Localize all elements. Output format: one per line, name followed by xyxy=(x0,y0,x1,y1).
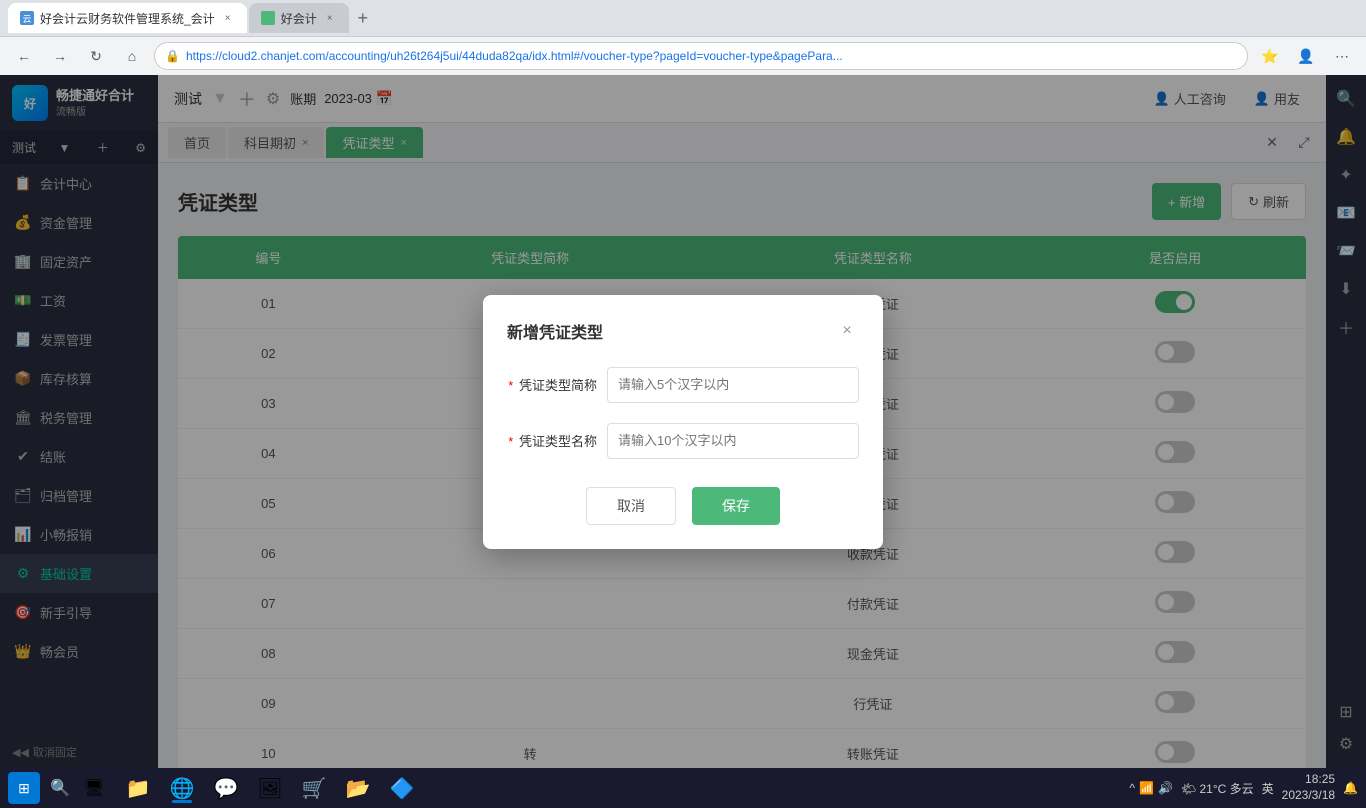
notification-icon[interactable]: 🔔 xyxy=(1343,781,1358,795)
weather-icon: 🌤 xyxy=(1181,782,1196,796)
back-button[interactable]: ← xyxy=(10,42,38,70)
tab-close-1[interactable]: × xyxy=(221,11,235,25)
taskbar-folder[interactable]: 📂 xyxy=(338,770,378,806)
task-view-button[interactable]: 🖥 xyxy=(80,774,108,802)
lock-icon: 🔒 xyxy=(165,49,180,63)
tab-label-1: 好会计云财务软件管理系统_会计 xyxy=(40,10,215,27)
abbr-input[interactable] xyxy=(607,367,859,403)
tab-inactive[interactable]: 好会计 × xyxy=(249,3,349,33)
abbr-required-mark: * xyxy=(508,378,513,393)
start-button[interactable]: ⊞ xyxy=(8,772,40,804)
taskbar-apps: 📁 🌐 💬 🖼 🛒 📂 🔷 xyxy=(118,770,422,806)
cancel-button[interactable]: 取消 xyxy=(586,487,676,525)
name-input[interactable] xyxy=(607,423,859,459)
modal-footer: 取消 保存 xyxy=(507,487,859,525)
taskbar-explorer[interactable]: 📁 xyxy=(118,770,158,806)
abbr-form-row: * 凭证类型简称 xyxy=(507,367,859,403)
weather-display: 🌤 21°C 多云 xyxy=(1181,780,1254,797)
tab-active[interactable]: 云 好会计云财务软件管理系统_会计 × xyxy=(8,3,247,33)
home-button[interactable]: ⌂ xyxy=(118,42,146,70)
profile-button[interactable]: 👤 xyxy=(1292,42,1320,70)
save-button[interactable]: 保存 xyxy=(692,487,780,525)
taskbar-edge[interactable]: 🔷 xyxy=(382,770,422,806)
modal-title: 新增凭证类型 xyxy=(507,319,603,343)
tab-close-2[interactable]: × xyxy=(323,11,337,25)
chevron-icon[interactable]: ^ xyxy=(1129,781,1135,795)
taskbar-chrome[interactable]: 🌐 xyxy=(162,770,202,806)
tab-favicon-2 xyxy=(261,11,275,25)
tab-label-2: 好会计 xyxy=(281,10,317,27)
taskbar-photos[interactable]: 🖼 xyxy=(250,770,290,806)
date-display: 2023/3/18 xyxy=(1282,788,1335,804)
ime-indicator[interactable]: 英 xyxy=(1262,780,1274,797)
name-form-row: * 凭证类型名称 xyxy=(507,423,859,459)
add-voucher-type-modal: 新增凭证类型 × * 凭证类型简称 * 凭证类型名称 取消 保存 xyxy=(483,295,883,549)
abbr-label: * 凭证类型简称 xyxy=(507,375,597,394)
clock[interactable]: 18:25 2023/3/18 xyxy=(1282,772,1335,803)
reload-button[interactable]: ↻ xyxy=(82,42,110,70)
modal-close-button[interactable]: × xyxy=(835,319,859,343)
taskbar-store[interactable]: 🛒 xyxy=(294,770,334,806)
extensions-button[interactable]: ⭐ xyxy=(1256,42,1284,70)
forward-button[interactable]: → xyxy=(46,42,74,70)
taskbar-right: ^ 📶 🔊 🌤 21°C 多云 英 18:25 2023/3/18 🔔 xyxy=(1129,772,1358,803)
name-label: * 凭证类型名称 xyxy=(507,431,597,450)
taskbar-wechat[interactable]: 💬 xyxy=(206,770,246,806)
wifi-icon: 📶 xyxy=(1139,781,1154,795)
modal-overlay: 新增凭证类型 × * 凭证类型简称 * 凭证类型名称 取消 保存 xyxy=(0,75,1366,768)
name-required-mark: * xyxy=(508,434,513,449)
address-bar[interactable]: 🔒 https://cloud2.chanjet.com/accounting/… xyxy=(154,42,1248,70)
url-text: https://cloud2.chanjet.com/accounting/uh… xyxy=(186,49,843,63)
volume-icon: 🔊 xyxy=(1158,781,1173,795)
taskbar: ⊞ 🔍 🖥 📁 🌐 💬 🖼 🛒 📂 🔷 ^ 📶 🔊 🌤 21°C 多云 英 18… xyxy=(0,768,1366,808)
time-display: 18:25 xyxy=(1282,772,1335,788)
sys-tray: ^ 📶 🔊 xyxy=(1129,781,1173,795)
tab-favicon-1: 云 xyxy=(20,11,34,25)
search-taskbar-button[interactable]: 🔍 xyxy=(46,774,74,802)
menu-button[interactable]: ⋯ xyxy=(1328,42,1356,70)
weather-text: 21°C 多云 xyxy=(1199,782,1253,796)
modal-header: 新增凭证类型 × xyxy=(507,319,859,343)
new-tab-button[interactable]: + xyxy=(349,4,377,32)
